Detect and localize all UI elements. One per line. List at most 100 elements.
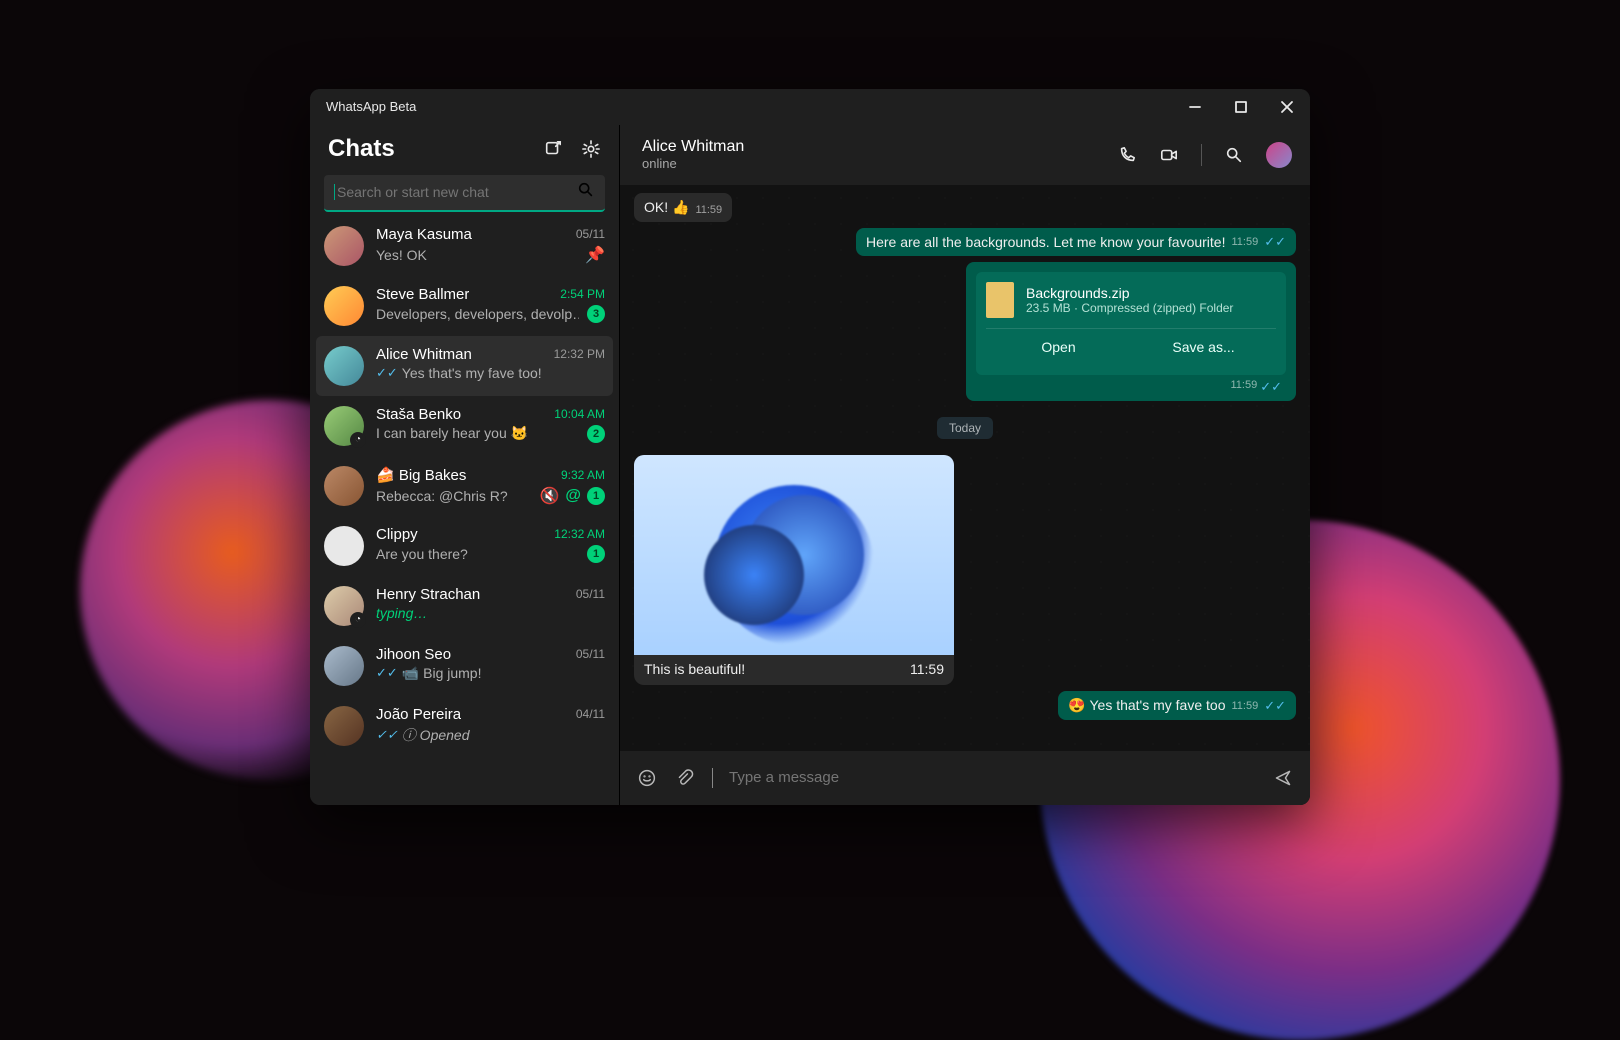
chat-preview: Are you there? xyxy=(376,546,468,562)
compose-bar xyxy=(620,751,1310,805)
chat-time: 12:32 AM xyxy=(554,527,605,541)
chat-preview: ✓✓ Yes that's my fave too! xyxy=(376,365,542,381)
unread-badge: 2 xyxy=(587,425,605,443)
mention-icon: @ xyxy=(565,487,581,505)
chat-name: Alice Whitman xyxy=(376,346,472,363)
chat-time: 05/11 xyxy=(576,227,605,241)
chat-name: Jihoon Seo xyxy=(376,646,451,663)
search-icon xyxy=(577,181,595,204)
emoji-button[interactable] xyxy=(636,767,658,789)
image-message[interactable]: This is beautiful! 11:59 xyxy=(634,455,954,685)
message-time: 11:59 xyxy=(1231,700,1258,712)
voice-call-button[interactable] xyxy=(1117,145,1137,165)
divider xyxy=(1201,144,1202,166)
chat-name: 🍰 Big Bakes xyxy=(376,466,466,484)
read-ticks-icon: ✓✓ xyxy=(376,665,398,681)
chat-time: 9:32 AM xyxy=(561,468,605,482)
chat-preview: Developers, developers, devolp… xyxy=(376,306,579,322)
outgoing-message: 😍 Yes that's my fave too11:59✓✓ xyxy=(1058,691,1296,720)
message-time: 11:59 xyxy=(695,204,722,216)
chat-avatar xyxy=(324,706,364,746)
chat-item[interactable]: Steve Ballmer 2:54 PM Developers, develope… xyxy=(310,276,619,336)
message-input[interactable] xyxy=(729,769,1256,786)
close-button[interactable] xyxy=(1264,89,1310,125)
chat-preview: Rebecca: @Chris R? xyxy=(376,488,508,504)
chat-avatar xyxy=(324,646,364,686)
message-text: Here are all the backgrounds. Let me kno… xyxy=(866,234,1226,250)
settings-button[interactable] xyxy=(581,139,601,159)
message-time: 11:59 xyxy=(1230,379,1257,395)
file-save-button[interactable]: Save as... xyxy=(1131,329,1276,365)
read-ticks-icon: ✓✓ xyxy=(1264,698,1286,714)
chat-item[interactable]: Jihoon Seo 05/11 ✓✓ 📹 Big jump! xyxy=(310,636,619,696)
status-badge-icon: ◔ xyxy=(350,612,366,628)
window-controls xyxy=(1172,89,1310,125)
conversation-search-button[interactable] xyxy=(1224,145,1244,165)
conversation-status: online xyxy=(642,156,744,171)
send-button[interactable] xyxy=(1272,767,1294,789)
image-caption: This is beautiful! xyxy=(644,661,745,677)
chat-item[interactable]: João Pereira04/11✓✓ ⓘ Opened xyxy=(310,696,619,756)
unread-badge: 1 xyxy=(587,487,605,505)
chat-time: 05/11 xyxy=(576,647,605,661)
chat-item[interactable]: ◔ Staša Benko 10:04 AM I can barely hear yo… xyxy=(310,396,619,456)
chat-name: Henry Strachan xyxy=(376,586,480,603)
contact-avatar[interactable] xyxy=(1266,142,1292,168)
file-name: Backgrounds.zip xyxy=(1026,285,1233,301)
video-call-button[interactable] xyxy=(1159,145,1179,165)
date-separator: Today xyxy=(937,417,993,439)
chat-time: 2:54 PM xyxy=(560,287,605,301)
chat-time: 12:32 PM xyxy=(554,347,605,361)
chat-name: Steve Ballmer xyxy=(376,286,469,303)
minimize-button[interactable] xyxy=(1172,89,1218,125)
chat-item[interactable]: Alice Whitman 12:32 PM ✓✓ Yes that's my fa… xyxy=(316,336,613,396)
chat-item[interactable]: 🍰 Big Bakes 9:32 AM Rebecca: @Chris R? 🔇 @1 xyxy=(310,456,619,516)
caret-icon xyxy=(712,768,713,788)
file-meta: 23.5 MB · Compressed (zipped) Folder xyxy=(1026,301,1233,315)
search-input-wrapper[interactable] xyxy=(324,175,605,212)
app-window: WhatsApp Beta Chats xyxy=(310,89,1310,805)
chat-item[interactable]: Maya Kasuma 05/11 Yes! OK 📌 xyxy=(310,216,619,276)
conversation-header: Alice Whitman online xyxy=(620,125,1310,185)
chat-name: Clippy xyxy=(376,526,418,543)
title-bar: WhatsApp Beta xyxy=(310,89,1310,125)
chat-avatar xyxy=(324,286,364,326)
chat-avatar xyxy=(324,526,364,566)
conversation-name: Alice Whitman xyxy=(642,138,744,156)
caret-icon xyxy=(334,184,335,200)
attach-button[interactable] xyxy=(674,767,696,789)
file-icon xyxy=(986,282,1014,318)
status-badge-icon: ◔ xyxy=(350,432,366,448)
chat-item[interactable]: Clippy12:32 AMAre you there?1 xyxy=(310,516,619,576)
search-input[interactable] xyxy=(337,184,577,200)
maximize-button[interactable] xyxy=(1218,89,1264,125)
chat-preview: ✓✓ 📹 Big jump! xyxy=(376,665,481,682)
file-open-button[interactable]: Open xyxy=(986,329,1131,365)
new-chat-button[interactable] xyxy=(543,139,563,159)
chat-preview: I can barely hear you 🐱 xyxy=(376,425,528,442)
chat-avatar: ◔ xyxy=(324,406,364,446)
chat-preview: Yes! OK xyxy=(376,247,427,263)
read-ticks-icon: ✓✓ xyxy=(376,727,398,743)
chat-avatar: ◔ xyxy=(324,586,364,626)
chat-avatar xyxy=(324,466,364,506)
message-time: 11:59 xyxy=(910,661,944,677)
message-image xyxy=(634,455,954,655)
conversation-pane: Alice Whitman online OK! 👍11:59 Here are … xyxy=(620,125,1310,805)
read-ticks-icon: ✓✓ xyxy=(1260,379,1282,395)
sidebar: Chats Maya Kasuma05/11Yes! OK📌Steve Ball… xyxy=(310,125,620,805)
chat-name: Maya Kasuma xyxy=(376,226,472,243)
chat-list[interactable]: Maya Kasuma 05/11 Yes! OK 📌 Steve Ballmer 2:5… xyxy=(310,216,619,805)
chat-preview: ✓✓ ⓘ Opened xyxy=(376,725,470,745)
chat-time: 10:04 AM xyxy=(554,407,605,421)
unread-badge: 3 xyxy=(587,305,605,323)
muted-icon: 🔇 xyxy=(539,486,559,506)
incoming-message: OK! 👍11:59 xyxy=(634,193,732,222)
pin-icon: 📌 xyxy=(585,245,605,265)
window-title: WhatsApp Beta xyxy=(326,99,416,114)
chat-item[interactable]: ◔Henry Strachan05/11typing… xyxy=(310,576,619,636)
file-message: Backgrounds.zip23.5 MB · Compressed (zip… xyxy=(966,262,1296,401)
message-list[interactable]: OK! 👍11:59 Here are all the backgrounds. … xyxy=(620,185,1310,751)
outgoing-message: Here are all the backgrounds. Let me kno… xyxy=(856,228,1296,256)
chat-name: Staša Benko xyxy=(376,406,461,423)
